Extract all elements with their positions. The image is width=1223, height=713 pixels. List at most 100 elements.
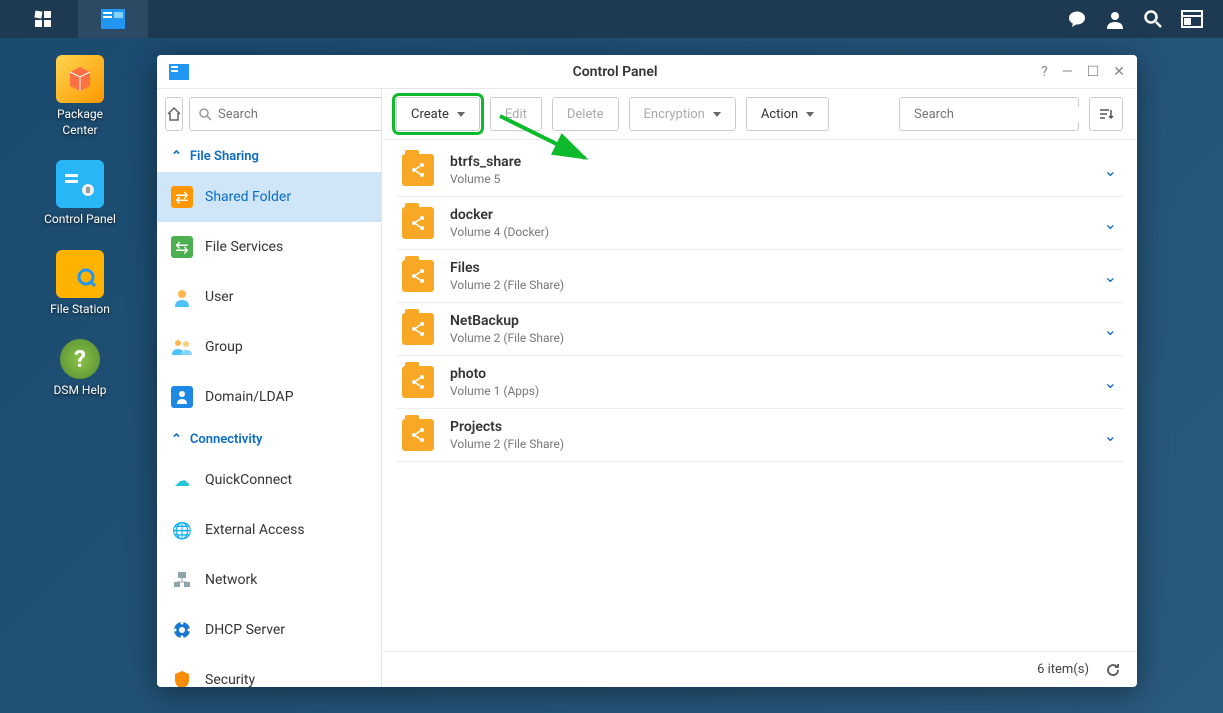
- widgets-icon[interactable]: [1181, 10, 1203, 28]
- action-button[interactable]: Action: [746, 97, 829, 131]
- sidebar-item-network[interactable]: Network: [157, 555, 381, 605]
- help-icon[interactable]: ?: [1041, 64, 1048, 80]
- section-header-file-sharing[interactable]: ⌃ File Sharing: [157, 139, 381, 172]
- desktop-icon-label: File Station: [50, 302, 110, 318]
- taskbar: [0, 0, 1223, 38]
- folder-volume: Volume 1 (Apps): [450, 384, 1088, 398]
- folder-row[interactable]: btrfs_share Volume 5 ⌄: [396, 144, 1123, 197]
- desktop-icon-package-center[interactable]: Package Center: [35, 55, 125, 138]
- sidebar-item-security[interactable]: Security: [157, 655, 381, 687]
- desktop-icon-control-panel[interactable]: Control Panel: [35, 160, 125, 228]
- sidebar-item-label: User: [205, 289, 233, 305]
- create-button[interactable]: Create: [396, 97, 480, 131]
- main-search-input[interactable]: [914, 107, 1080, 122]
- sidebar-item-label: Domain/LDAP: [205, 389, 294, 405]
- close-icon[interactable]: ✕: [1113, 64, 1125, 80]
- control-panel-icon: [169, 64, 189, 80]
- sidebar-item-quickconnect[interactable]: ☁ QuickConnect: [157, 455, 381, 505]
- chevron-down-icon[interactable]: ⌄: [1104, 161, 1117, 180]
- sidebar-search-input[interactable]: [218, 107, 382, 122]
- section-header-connectivity[interactable]: ⌃ Connectivity: [157, 422, 381, 455]
- desktop-icon-label: Package Center: [57, 107, 103, 138]
- desktop-icon-file-station[interactable]: File Station: [35, 250, 125, 318]
- sidebar-item-label: Security: [205, 672, 255, 687]
- control-panel-window: Control Panel ? — ☐ ✕ ⌃ File Sharing: [157, 55, 1137, 687]
- refresh-button[interactable]: [1105, 662, 1121, 678]
- chat-icon[interactable]: [1067, 9, 1087, 29]
- sidebar-item-dhcp-server[interactable]: DHCP Server: [157, 605, 381, 655]
- folder-row[interactable]: docker Volume 4 (Docker) ⌄: [396, 197, 1123, 250]
- caret-down-icon: [806, 112, 814, 117]
- chevron-down-icon[interactable]: ⌄: [1104, 320, 1117, 339]
- folder-row[interactable]: Projects Volume 2 (File Share) ⌄: [396, 409, 1123, 462]
- domain-ldap-icon: [171, 386, 193, 408]
- sidebar-item-domain-ldap[interactable]: Domain/LDAP: [157, 372, 381, 422]
- sidebar-item-file-services[interactable]: ⇆ File Services: [157, 222, 381, 272]
- maximize-icon[interactable]: ☐: [1087, 64, 1100, 80]
- sidebar-item-label: DHCP Server: [205, 622, 285, 638]
- group-icon: [171, 336, 193, 358]
- taskbar-app-control-panel[interactable]: [78, 0, 148, 38]
- section-label: Connectivity: [190, 432, 263, 447]
- sidebar-item-user[interactable]: User: [157, 272, 381, 322]
- chevron-down-icon[interactable]: ⌄: [1104, 373, 1117, 392]
- shield-icon: [171, 669, 193, 687]
- encryption-button[interactable]: Encryption: [629, 97, 736, 131]
- chevron-down-icon[interactable]: ⌄: [1104, 426, 1117, 445]
- share-folder-icon: [402, 313, 434, 345]
- main-panel: Create Edit Delete Encryption Action: [382, 89, 1137, 687]
- folder-volume: Volume 5: [450, 172, 1088, 186]
- globe-icon: 🌐: [171, 519, 193, 541]
- toolbar: Create Edit Delete Encryption Action: [382, 89, 1137, 140]
- folder-row[interactable]: Files Volume 2 (File Share) ⌄: [396, 250, 1123, 303]
- folder-name: Projects: [450, 419, 1088, 435]
- section-label: File Sharing: [190, 149, 259, 164]
- window-controls: ? — ☐ ✕: [1041, 64, 1125, 80]
- sidebar-item-shared-folder[interactable]: ⇄ Shared Folder: [157, 172, 381, 222]
- user-icon: [171, 286, 193, 308]
- dhcp-icon: [171, 619, 193, 641]
- sidebar-item-label: File Services: [205, 239, 283, 255]
- desktop-icons: Package Center Control Panel File Statio…: [35, 55, 125, 399]
- caret-down-icon: [713, 112, 721, 117]
- home-button[interactable]: [165, 97, 183, 131]
- edit-button[interactable]: Edit: [490, 97, 542, 131]
- minimize-icon[interactable]: —: [1062, 64, 1073, 80]
- delete-button[interactable]: Delete: [552, 97, 619, 131]
- window-title: Control Panel: [189, 64, 1041, 80]
- main-search[interactable]: [899, 97, 1079, 131]
- chevron-down-icon[interactable]: ⌄: [1104, 214, 1117, 233]
- shared-folder-icon: ⇄: [171, 186, 193, 208]
- sidebar-item-label: Group: [205, 339, 243, 355]
- folder-volume: Volume 2 (File Share): [450, 331, 1088, 345]
- desktop-icon-label: DSM Help: [53, 383, 106, 399]
- desktop-icon-label: Control Panel: [44, 212, 116, 228]
- taskbar-left: [8, 0, 148, 38]
- sidebar-item-group[interactable]: Group: [157, 322, 381, 372]
- chevron-up-icon: ⌃: [171, 432, 182, 447]
- share-folder-icon: [402, 366, 434, 398]
- sidebar-item-label: Shared Folder: [205, 189, 291, 205]
- search-icon: [198, 107, 212, 121]
- folder-volume: Volume 4 (Docker): [450, 225, 1088, 239]
- folder-name: photo: [450, 366, 1088, 382]
- sidebar-item-external-access[interactable]: 🌐 External Access: [157, 505, 381, 555]
- window-titlebar[interactable]: Control Panel ? — ☐ ✕: [157, 55, 1137, 89]
- desktop-icon-dsm-help[interactable]: ? DSM Help: [35, 339, 125, 399]
- search-icon[interactable]: [1143, 9, 1163, 29]
- folder-row[interactable]: photo Volume 1 (Apps) ⌄: [396, 356, 1123, 409]
- folder-row[interactable]: NetBackup Volume 2 (File Share) ⌄: [396, 303, 1123, 356]
- share-folder-icon: [402, 154, 434, 186]
- sidebar: ⌃ File Sharing ⇄ Shared Folder ⇆ File Se…: [157, 89, 382, 687]
- main-menu-button[interactable]: [8, 0, 78, 38]
- chevron-down-icon[interactable]: ⌄: [1104, 267, 1117, 286]
- user-icon[interactable]: [1105, 9, 1125, 29]
- folder-name: NetBackup: [450, 313, 1088, 329]
- chevron-up-icon: ⌃: [171, 149, 182, 164]
- file-services-icon: ⇆: [171, 236, 193, 258]
- sidebar-search[interactable]: [189, 97, 382, 131]
- sort-button[interactable]: [1089, 97, 1123, 131]
- folder-volume: Volume 2 (File Share): [450, 278, 1088, 292]
- share-folder-icon: [402, 260, 434, 292]
- sidebar-item-label: QuickConnect: [205, 472, 292, 488]
